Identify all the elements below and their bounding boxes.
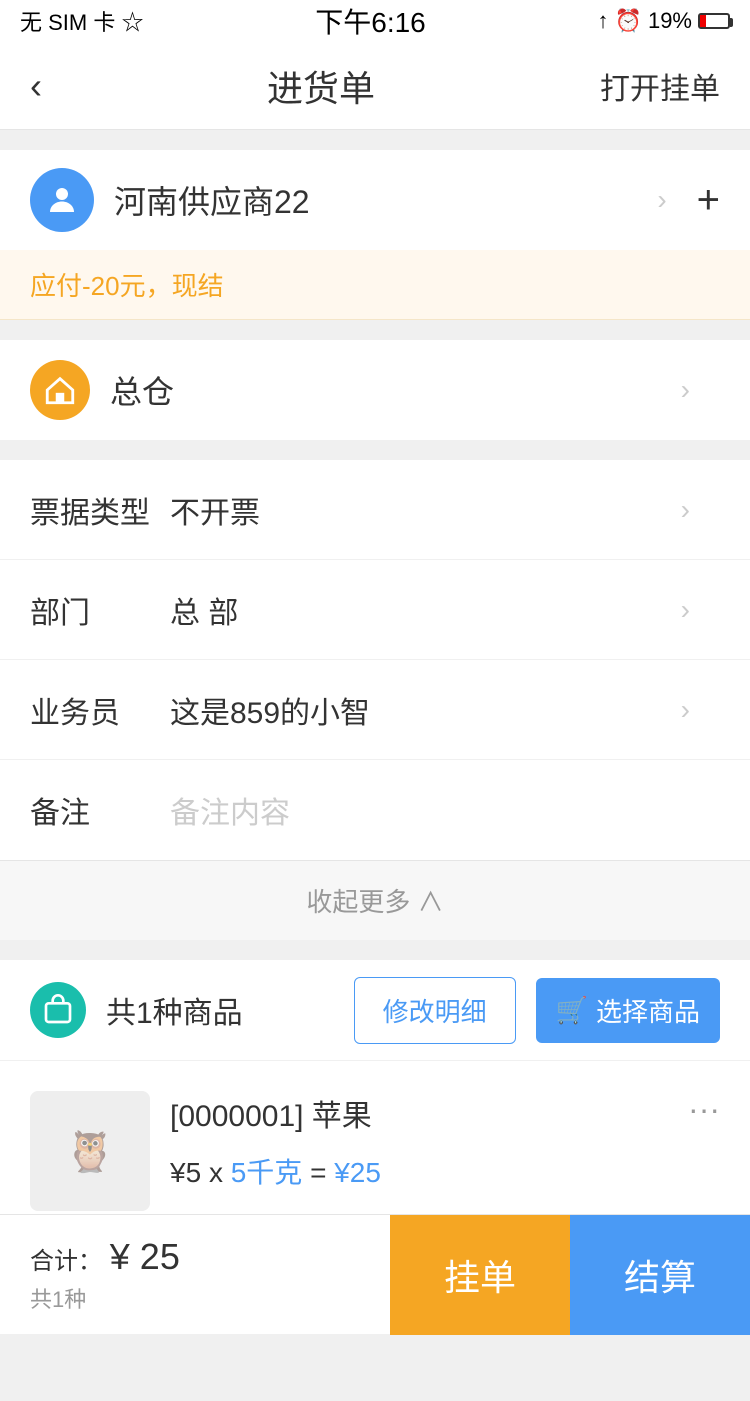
supplier-avatar	[30, 168, 94, 232]
department-row[interactable]: 部门 总 部 ›	[0, 560, 750, 660]
warehouse-icon	[30, 360, 90, 420]
supplier-row[interactable]: 河南供应商22 › +	[0, 150, 750, 250]
notice-bar: 应付-20元，现结	[0, 250, 750, 320]
total-value: ¥25	[334, 1157, 381, 1188]
owl-logo-icon: 🦉	[65, 1128, 115, 1175]
alarm-icon: ⏰	[615, 8, 642, 34]
open-hang-button[interactable]: 打开挂单	[600, 64, 720, 108]
invoice-chevron-icon: ›	[681, 494, 690, 526]
remark-row[interactable]: 备注 备注内容	[0, 760, 750, 860]
invoice-value: 不开票	[160, 488, 681, 532]
collapse-text: 收起更多 ∧	[306, 882, 443, 919]
warehouse-name: 总仓	[110, 367, 681, 413]
status-time: 下午6:16	[315, 1, 426, 41]
total-label: 合计：	[30, 1248, 102, 1275]
cart-icon: 🛒	[556, 995, 588, 1026]
total-count: 共1种	[30, 1282, 360, 1314]
remark-input[interactable]: 备注内容	[160, 788, 720, 832]
product-section-icon	[30, 982, 86, 1038]
warehouse-chevron-icon: ›	[681, 374, 690, 406]
department-chevron-icon: ›	[681, 594, 690, 626]
invoice-label: 票据类型	[30, 488, 160, 532]
select-product-button[interactable]: 🛒 选择商品	[536, 978, 720, 1043]
status-bar: 无 SIM 卡 ☆ 下午6:16 ↑ ⏰ 19%	[0, 0, 750, 42]
quantity-value: 5千克	[231, 1157, 303, 1188]
total-amount-row: 合计： ¥ 25	[30, 1236, 360, 1278]
battery-text: 19%	[648, 8, 692, 34]
page-title: 进货单	[267, 60, 375, 112]
location-icon: ↑	[598, 8, 609, 34]
invoice-row[interactable]: 票据类型 不开票 ›	[0, 460, 750, 560]
product-more-button[interactable]: ···	[688, 1091, 720, 1128]
salesman-row[interactable]: 业务员 这是859的小智 ›	[0, 660, 750, 760]
remark-label: 备注	[30, 788, 160, 832]
battery-icon	[698, 13, 730, 29]
salesman-chevron-icon: ›	[681, 694, 690, 726]
checkout-button[interactable]: 结算	[570, 1215, 750, 1335]
bottom-bar: 合计： ¥ 25 共1种 挂单 结算	[0, 1214, 750, 1334]
product-name: [0000001] 苹果	[170, 1091, 668, 1135]
back-button[interactable]: ‹	[30, 65, 42, 107]
shopping-bag-icon	[42, 994, 74, 1026]
salesman-label: 业务员	[30, 688, 160, 732]
warehouse-row[interactable]: 总仓 ›	[0, 340, 750, 440]
product-header: 共1种商品 修改明细 🛒 选择商品	[0, 960, 750, 1060]
salesman-value: 这是859的小智	[160, 688, 681, 732]
department-value: 总 部	[160, 588, 681, 632]
price-value: ¥5	[170, 1157, 201, 1188]
product-count: 共1种商品	[106, 988, 334, 1032]
department-label: 部门	[30, 588, 160, 632]
total-section: 合计： ¥ 25 共1种	[0, 1236, 390, 1314]
top-divider	[0, 130, 750, 150]
hang-button[interactable]: 挂单	[390, 1215, 570, 1335]
add-supplier-button[interactable]: +	[697, 178, 720, 223]
product-thumbnail: 🦉	[30, 1091, 150, 1211]
product-info: [0000001] 苹果 ¥5 x 5千克 = ¥25	[170, 1091, 668, 1191]
status-left: 无 SIM 卡 ☆	[20, 5, 143, 37]
select-product-label: 选择商品	[596, 992, 700, 1029]
total-amount: ¥ 25	[110, 1236, 180, 1277]
home-icon	[43, 373, 77, 407]
supplier-name: 河南供应商22	[114, 177, 657, 223]
person-icon	[44, 182, 80, 218]
status-right: ↑ ⏰ 19%	[598, 8, 730, 34]
modify-detail-button[interactable]: 修改明细	[354, 977, 516, 1044]
price-separator: x	[209, 1157, 231, 1188]
supplier-chevron-icon: ›	[657, 184, 666, 216]
form-section: 票据类型 不开票 › 部门 总 部 › 业务员 这是859的小智 › 备注 备注…	[0, 460, 750, 860]
collapse-row[interactable]: 收起更多 ∧	[0, 860, 750, 940]
nav-bar: ‹ 进货单 打开挂单	[0, 42, 750, 130]
notice-text: 应付-20元，现结	[30, 271, 224, 301]
product-price: ¥5 x 5千克 = ¥25	[170, 1151, 668, 1191]
equals-sign: =	[310, 1157, 334, 1188]
sim-wifi-text: 无 SIM 卡 ☆	[20, 5, 143, 37]
